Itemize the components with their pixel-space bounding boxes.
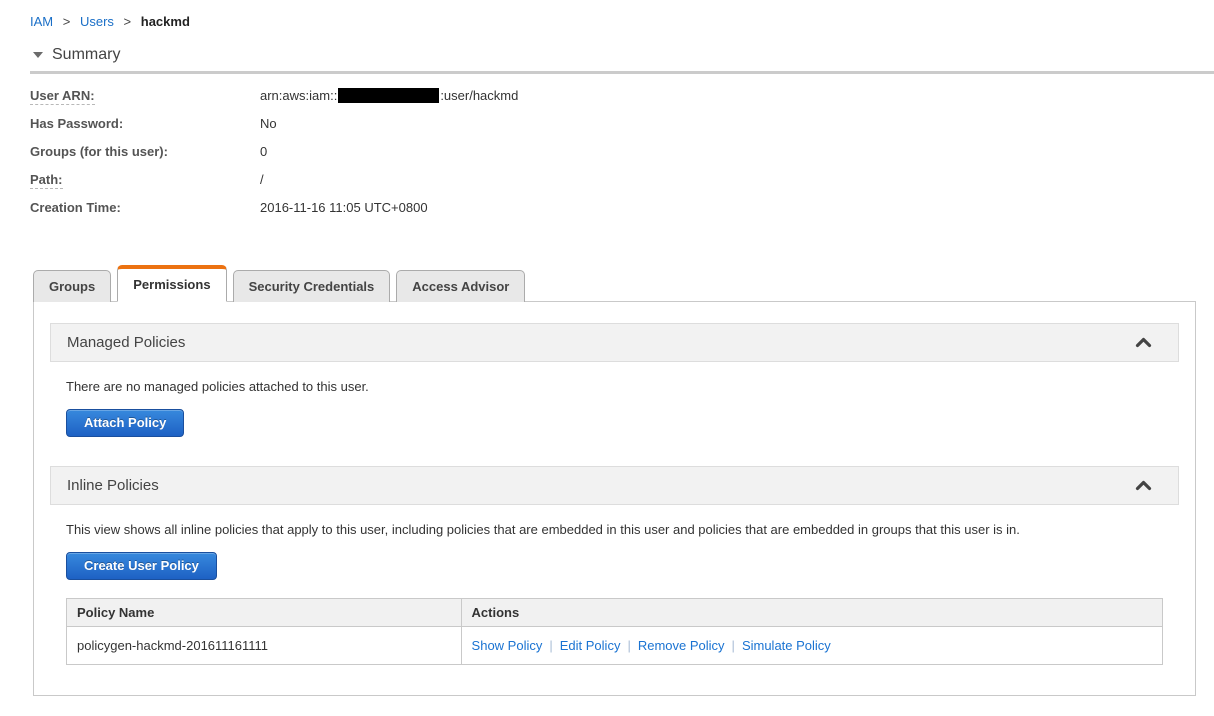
- summary-title: Summary: [52, 46, 121, 63]
- managed-policies-header: Managed Policies: [50, 323, 1179, 362]
- groups-label: Groups (for this user):: [30, 144, 168, 159]
- breadcrumb: IAM > Users > hackmd: [30, 14, 1214, 29]
- summary-row-creation-time: Creation Time: 2016-11-16 11:05 UTC+0800: [30, 200, 1214, 228]
- summary-row-groups: Groups (for this user): 0: [30, 144, 1214, 172]
- policy-name-cell: policygen-hackmd-201611161111: [66, 626, 462, 665]
- column-header-actions: Actions: [460, 598, 1164, 627]
- inline-policies-body: This view shows all inline policies that…: [50, 522, 1179, 665]
- tab-security-credentials[interactable]: Security Credentials: [232, 270, 391, 302]
- user-arn-value: arn:aws:iam:::user/hackmd: [260, 88, 519, 103]
- tab-permissions[interactable]: Permissions: [117, 265, 227, 302]
- attach-policy-button[interactable]: Attach Policy: [66, 409, 185, 437]
- groups-value: 0: [260, 144, 268, 159]
- creation-time-value: 2016-11-16 11:05 UTC+0800: [260, 200, 428, 215]
- edit-policy-link[interactable]: Edit Policy: [560, 638, 621, 653]
- creation-time-label: Creation Time:: [30, 200, 121, 215]
- summary-row-path: Path: /: [30, 172, 1214, 200]
- permissions-tab-panel: Managed Policies There are no managed po…: [33, 301, 1196, 696]
- action-separator: |: [627, 638, 631, 653]
- summary-row-has-password: Has Password: No: [30, 116, 1214, 144]
- inline-policies-table: Policy Name Actions policygen-hackmd-201…: [66, 598, 1164, 665]
- chevron-up-icon: [1135, 337, 1152, 348]
- iam-user-detail-page: IAM > Users > hackmd Summary User ARN: a…: [0, 14, 1214, 716]
- managed-policies-collapse-button[interactable]: [1133, 335, 1154, 350]
- has-password-value: No: [260, 116, 277, 131]
- tab-access-advisor[interactable]: Access Advisor: [396, 270, 526, 302]
- action-separator: |: [731, 638, 735, 653]
- summary-row-user-arn: User ARN: arn:aws:iam:::user/hackmd: [30, 88, 1214, 116]
- managed-policies-title: Managed Policies: [67, 334, 186, 351]
- summary-fields: User ARN: arn:aws:iam:::user/hackmd Has …: [30, 88, 1214, 228]
- policy-actions-cell: Show Policy | Edit Policy | Remove Policy | Si…: [460, 626, 1164, 665]
- table-row: policygen-hackmd-201611161111 Show Polic…: [66, 626, 1164, 665]
- path-label: Path:: [30, 172, 63, 189]
- path-value: /: [260, 172, 264, 187]
- simulate-policy-link[interactable]: Simulate Policy: [742, 638, 831, 653]
- breadcrumb-separator: >: [62, 14, 71, 29]
- table-header-row: Policy Name Actions: [66, 598, 1164, 627]
- breadcrumb-current-user: hackmd: [140, 14, 190, 29]
- inline-policies-header: Inline Policies: [50, 466, 1179, 505]
- create-user-policy-button[interactable]: Create User Policy: [66, 552, 217, 580]
- inline-policies-description: This view shows all inline policies that…: [66, 522, 1020, 537]
- managed-policies-body: There are no managed policies attached t…: [50, 379, 1179, 437]
- chevron-up-icon: [1135, 480, 1152, 491]
- breadcrumb-link-users[interactable]: Users: [80, 14, 114, 29]
- summary-section-toggle[interactable]: Summary: [30, 46, 1214, 64]
- breadcrumb-separator: >: [123, 14, 132, 29]
- collapse-triangle-icon: [33, 52, 43, 58]
- action-separator: |: [549, 638, 553, 653]
- show-policy-link[interactable]: Show Policy: [472, 638, 543, 653]
- user-arn-label: User ARN:: [30, 88, 95, 105]
- has-password-label: Has Password:: [30, 116, 124, 131]
- summary-divider: [30, 71, 1214, 74]
- breadcrumb-link-iam[interactable]: IAM: [30, 14, 53, 29]
- inline-policies-title: Inline Policies: [67, 477, 159, 494]
- remove-policy-link[interactable]: Remove Policy: [638, 638, 725, 653]
- inline-policies-collapse-button[interactable]: [1133, 478, 1154, 493]
- user-detail-tabs-area: Groups Permissions Security Credentials …: [33, 265, 1196, 696]
- tab-bar: Groups Permissions Security Credentials …: [33, 265, 1196, 302]
- column-header-policy-name: Policy Name: [66, 598, 462, 627]
- tab-groups[interactable]: Groups: [33, 270, 112, 302]
- managed-policies-empty-message: There are no managed policies attached t…: [66, 379, 369, 394]
- redacted-account-id: [338, 88, 440, 103]
